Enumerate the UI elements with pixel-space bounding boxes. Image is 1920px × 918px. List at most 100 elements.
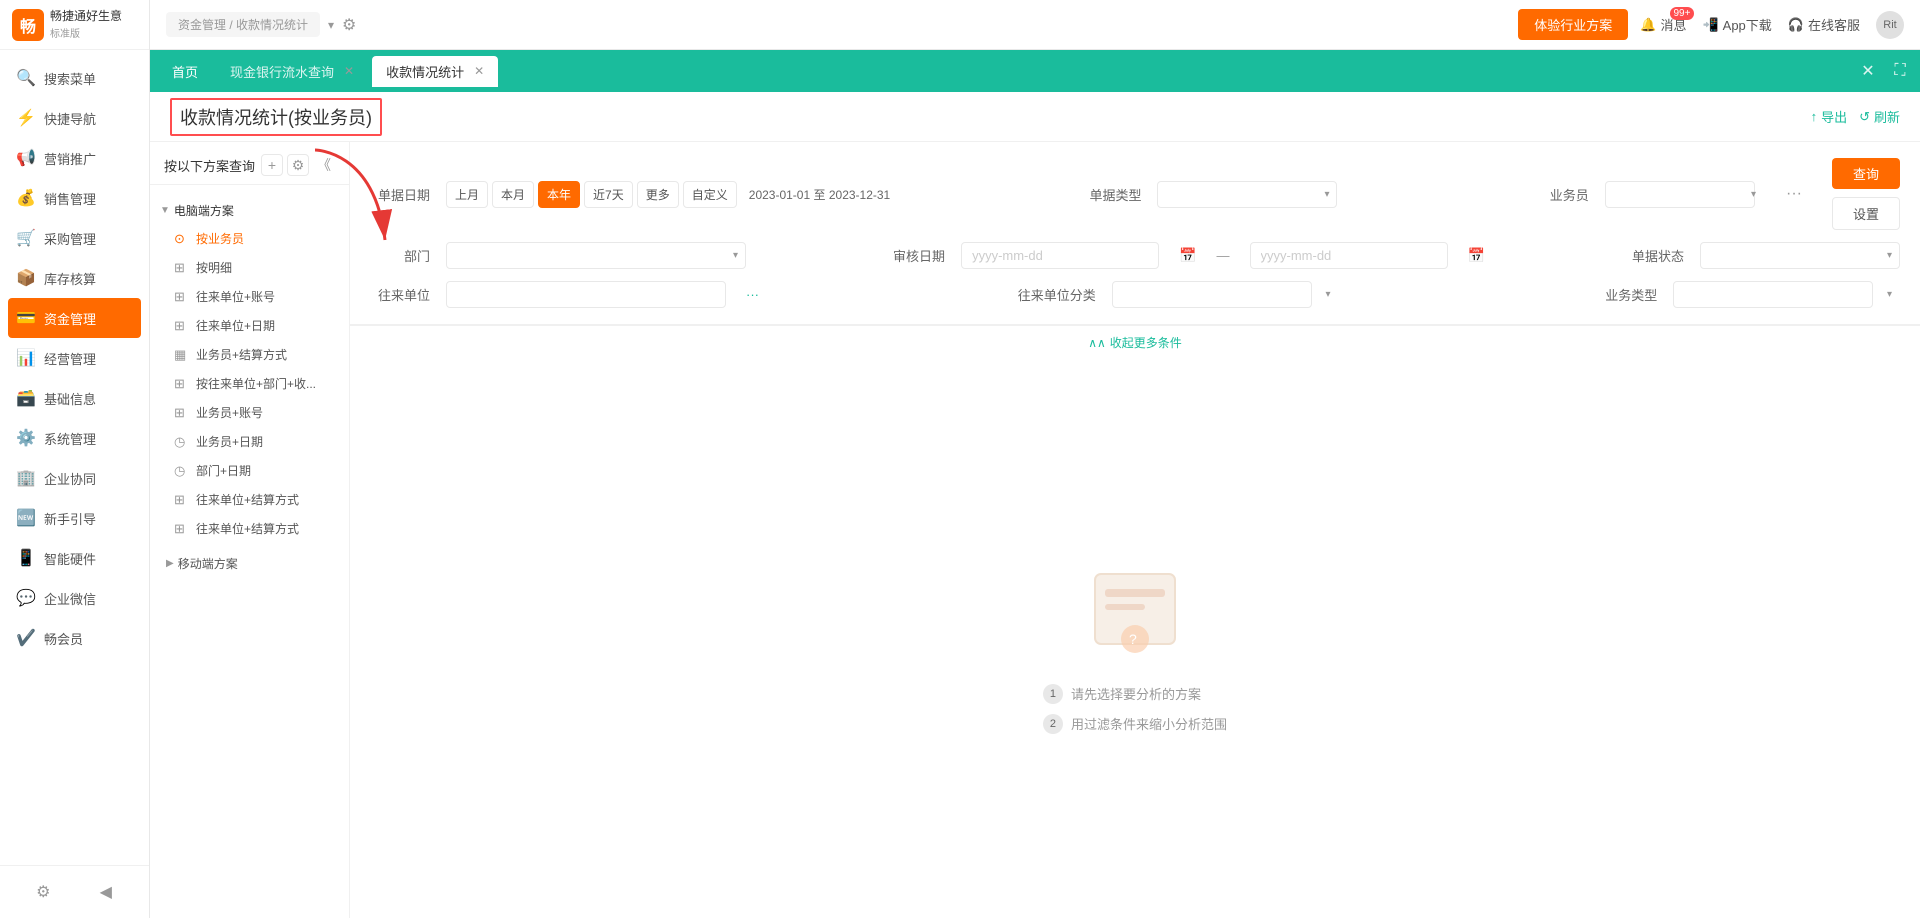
header-settings-icon[interactable]: ⚙ <box>342 15 356 35</box>
enterprise-icon: 🏢 <box>16 468 36 488</box>
tree-item-supplier-settlement2[interactable]: ⊞ 往来单位+结算方式 <box>150 485 349 514</box>
sidebar-item-basic-info[interactable]: 🗃️ 基础信息 <box>0 378 149 418</box>
audit-date-cal-icon[interactable]: 📅 <box>1179 247 1196 264</box>
query-btn[interactable]: 查询 <box>1832 158 1900 189</box>
panel-settings-btn[interactable]: ⚙ <box>287 154 309 176</box>
empty-step-2: 2 用过滤条件来缩小分析范围 <box>1043 714 1227 734</box>
tree-item-dept-date[interactable]: ◷ 部门+日期 <box>150 456 349 485</box>
salesperson-more-icon[interactable]: ··· <box>1786 185 1802 203</box>
sidebar-item-operations[interactable]: 📊 经营管理 <box>0 338 149 378</box>
tree-item-supplier-date[interactable]: ⊞ 往来单位+日期 <box>150 311 349 340</box>
tab-bank-flow[interactable]: 现金银行流水查询 ✕ <box>216 56 368 87</box>
mobile-group-header[interactable]: ▶ 移动端方案 <box>150 551 349 576</box>
bill-type-label: 单据类型 <box>1081 185 1141 204</box>
counterpart-category-field: ▾ <box>1112 281 1339 308</box>
salesperson-date-icon: ◷ <box>174 434 190 450</box>
dept-select[interactable] <box>446 242 746 269</box>
tree-item-salesperson-settlement[interactable]: ▦ 业务员+结算方式 <box>150 340 349 369</box>
hardware-icon: 📱 <box>16 548 36 568</box>
business-type-select[interactable] <box>1673 281 1873 308</box>
bill-type-select[interactable] <box>1157 181 1337 208</box>
tree-item-supplier-settlement3[interactable]: ⊞ 往来单位+结算方式 <box>150 514 349 543</box>
sidebar-collapse-btn[interactable]: ◀ <box>92 878 120 906</box>
sidebar-item-quick-nav[interactable]: ⚡ 快捷导航 <box>0 98 149 138</box>
sidebar-item-system[interactable]: ⚙️ 系统管理 <box>0 418 149 458</box>
sidebar: 畅 畅捷通好生意 标准版 🔍 搜索菜单 ⚡ 快捷导航 📢 营销推广 💰 销售管理… <box>0 0 150 918</box>
counterpart-more-btn[interactable]: ··· <box>746 287 759 302</box>
tree-item-salesperson-date[interactable]: ◷ 业务员+日期 <box>150 427 349 456</box>
tree-item-label: 按明细 <box>196 259 232 276</box>
last7-btn[interactable]: 近7天 <box>584 181 633 208</box>
desktop-group-header[interactable]: ▼ 电脑端方案 <box>150 197 349 224</box>
panel-collapse-btn[interactable]: 《 <box>313 154 335 176</box>
tree-item-supplier-account[interactable]: ⊞ 往来单位+账号 <box>150 282 349 311</box>
user-avatar[interactable]: Rit <box>1876 11 1904 39</box>
tab-collection-stats[interactable]: 收款情况统计 ✕ <box>372 56 498 87</box>
sidebar-item-finance[interactable]: 💳 资金管理 <box>8 298 141 338</box>
download-icon: 📲 <box>1702 17 1718 33</box>
tree-item-label: 业务员+账号 <box>196 404 263 421</box>
tab-collection-stats-label: 收款情况统计 <box>386 62 464 81</box>
this-month-btn[interactable]: 本月 <box>492 181 534 208</box>
content-area: 按以下方案查询 + ⚙ 《 ▼ 电脑端方案 ⊙ <box>150 142 1920 918</box>
tree-item-label: 往来单位+结算方式 <box>196 520 299 537</box>
trial-button[interactable]: 体验行业方案 <box>1518 9 1628 40</box>
panel-title: 按以下方案查询 <box>164 156 255 175</box>
counterpart-select[interactable] <box>446 281 726 308</box>
salesperson-chevron-icon: ▾ <box>1751 189 1756 200</box>
tree-item-salesperson-account[interactable]: ⊞ 业务员+账号 <box>150 398 349 427</box>
sidebar-item-enterprise[interactable]: 🏢 企业协同 <box>0 458 149 498</box>
custom-btn[interactable]: 自定义 <box>683 181 737 208</box>
sidebar-item-search-menu[interactable]: 🔍 搜索菜单 <box>0 58 149 98</box>
salesperson-label: 业务员 <box>1529 185 1589 204</box>
collapse-bar[interactable]: ∧∧ 收起更多条件 <box>350 325 1920 359</box>
export-btn[interactable]: ↑ 导出 <box>1811 107 1848 126</box>
system-icon: ⚙️ <box>16 428 36 448</box>
sidebar-item-inventory[interactable]: 📦 库存核算 <box>0 258 149 298</box>
sidebar-settings-btn[interactable]: ⚙ <box>29 878 57 906</box>
sidebar-label: 搜索菜单 <box>44 69 96 88</box>
sidebar-bottom: ⚙ ◀ <box>0 865 149 918</box>
maximize-btn[interactable]: ⛶ <box>1888 59 1912 83</box>
finance-icon: 💳 <box>16 308 36 328</box>
sidebar-label: 库存核算 <box>44 269 96 288</box>
audit-date-start-input[interactable] <box>961 242 1159 269</box>
breadcrumb-dropdown[interactable]: ▾ <box>328 18 334 32</box>
more-btn[interactable]: 更多 <box>637 181 679 208</box>
audit-date-end-input[interactable] <box>1250 242 1448 269</box>
sidebar-label: 营销推广 <box>44 149 96 168</box>
refresh-btn[interactable]: ↺ 刷新 <box>1859 107 1900 126</box>
notifications-btn[interactable]: 🔔 消息 99+ <box>1640 15 1686 34</box>
online-support-btn[interactable]: 🎧 在线客服 <box>1788 15 1860 34</box>
counterpart-category-select[interactable] <box>1112 281 1312 308</box>
sidebar-item-hardware[interactable]: 📱 智能硬件 <box>0 538 149 578</box>
prev-month-btn[interactable]: 上月 <box>446 181 488 208</box>
tree-item-supplier-dept[interactable]: ⊞ 按往来单位+部门+收... <box>150 369 349 398</box>
settings-btn[interactable]: 设置 <box>1832 197 1900 230</box>
tree-item-by-salesperson[interactable]: ⊙ 按业务员 <box>150 224 349 253</box>
sidebar-item-guide[interactable]: 🆕 新手引导 <box>0 498 149 538</box>
tab-bank-flow-close[interactable]: ✕ <box>344 64 354 78</box>
user-name: Rit <box>1883 19 1896 31</box>
sidebar-item-sales[interactable]: 💰 销售管理 <box>0 178 149 218</box>
sidebar-label: 经营管理 <box>44 349 96 368</box>
sidebar-item-marketing[interactable]: 📢 营销推广 <box>0 138 149 178</box>
search-menu-icon: 🔍 <box>16 68 36 88</box>
sidebar-item-member[interactable]: ✔️ 畅会员 <box>0 618 149 658</box>
audit-date-end-cal-icon[interactable]: 📅 <box>1468 247 1485 264</box>
sidebar-item-purchase[interactable]: 🛒 采购管理 <box>0 218 149 258</box>
tab-collection-stats-close[interactable]: ✕ <box>474 64 484 78</box>
tree-item-by-detail[interactable]: ⊞ 按明细 <box>150 253 349 282</box>
this-year-btn[interactable]: 本年 <box>538 181 580 208</box>
salesperson-select[interactable] <box>1605 181 1755 208</box>
panel-add-btn[interactable]: + <box>261 154 283 176</box>
tab-home[interactable]: 首页 <box>158 56 212 87</box>
main-area: 资金管理 / 收款情况统计 ▾ ⚙ 体验行业方案 🔔 消息 99+ 📲 App下… <box>150 0 1920 918</box>
sidebar-item-wechat[interactable]: 💬 企业微信 <box>0 578 149 618</box>
supplier-dept-icon: ⊞ <box>174 376 190 392</box>
close-all-btn[interactable]: ✕ <box>1856 59 1880 83</box>
step-1-num: 1 <box>1043 684 1063 704</box>
counterpart-cat-chevron-icon: ▾ <box>1325 289 1330 300</box>
bill-status-select[interactable] <box>1700 242 1900 269</box>
app-download-btn[interactable]: 📲 App下载 <box>1702 15 1771 34</box>
